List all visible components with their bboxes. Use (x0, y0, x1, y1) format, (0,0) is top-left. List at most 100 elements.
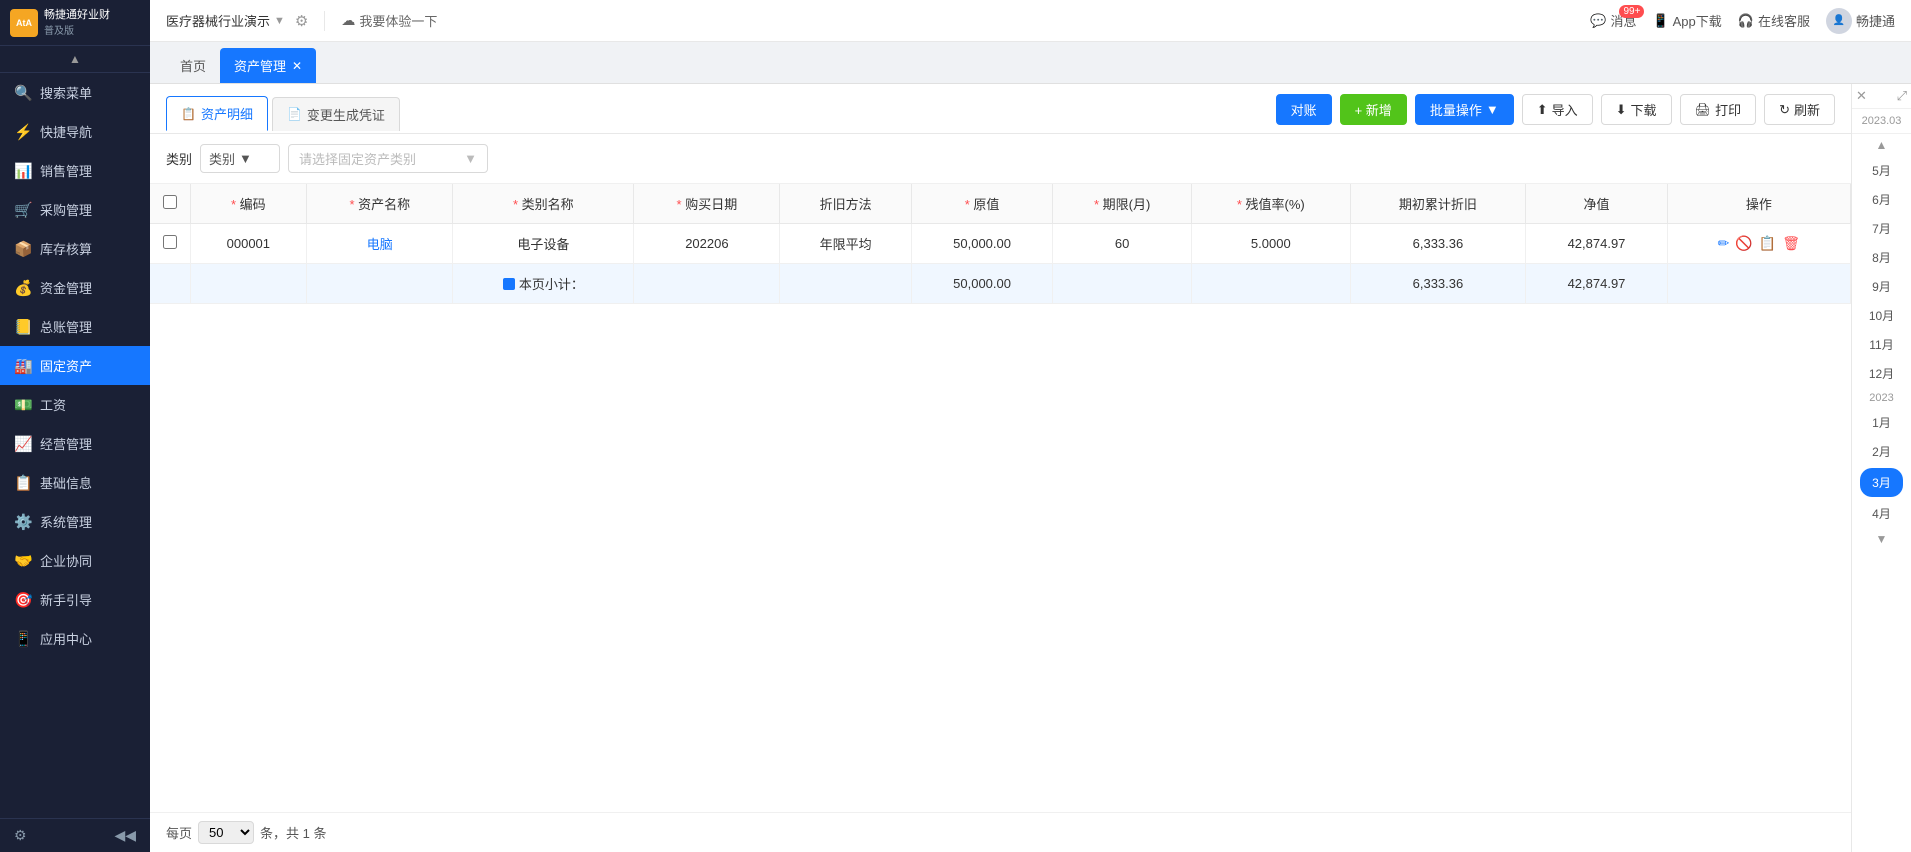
disable-icon-0[interactable]: 🚫 (1735, 235, 1752, 252)
subtab-change-voucher[interactable]: 📄 变更生成凭证 (272, 97, 400, 131)
col-name: 资产名称 (307, 184, 453, 224)
per-page-select[interactable]: 50 10 20 100 (198, 821, 254, 844)
print-button[interactable]: 🖨 打印 (1680, 94, 1757, 125)
category-value-select[interactable]: 请选择固定资产类别 ▼ (288, 144, 488, 173)
message-icon: 💬 (1590, 13, 1606, 29)
col-operations: 操作 (1667, 184, 1850, 224)
edit-icon-0[interactable]: ✏ (1718, 235, 1730, 252)
sidebar-item-finance[interactable]: 💰 资金管理 (0, 268, 150, 307)
sidebar-label-guide: 新手引导 (40, 590, 92, 609)
app-logo-text: 畅捷通好业财 普及版 (44, 8, 110, 37)
service-icon: 🎧 (1738, 13, 1754, 29)
sidebar-label-search: 搜索菜单 (40, 83, 92, 102)
sidebar: AtA 畅捷通好业财 普及版 ▲ 🔍 搜索菜单 ⚡ 快捷导航 📊 销售管理 🛒 … (0, 0, 150, 852)
month-scroll-up[interactable]: ▲ (1872, 134, 1892, 156)
sidebar-item-purchase[interactable]: 🛒 采购管理 (0, 190, 150, 229)
download-button[interactable]: ⬇ 下载 (1601, 94, 1672, 125)
settings-icon[interactable]: ⚙ (14, 827, 27, 844)
gear-icon[interactable]: ⚙ (295, 12, 308, 30)
month-item-7月[interactable]: 7月 (1852, 214, 1911, 243)
tab-asset-manage[interactable]: 资产管理 ✕ (220, 48, 316, 83)
import-button[interactable]: ⬆ 导入 (1522, 94, 1593, 125)
delete-icon-0[interactable]: 🗑 (1782, 235, 1800, 252)
sidebar-bottom: ⚙ ◀◀ (0, 818, 150, 852)
right-panel-expand-icon[interactable]: ⤢ (1897, 88, 1907, 104)
online-service-button[interactable]: 🎧 在线客服 (1738, 11, 1810, 30)
collapse-icon[interactable]: ◀◀ (114, 827, 136, 844)
table-header-row: 编码 资产名称 类别名称 购买日期 折旧方法 原值 期限(月) 残值率(%) 期… (150, 184, 1851, 224)
sidebar-icon-fixed-assets: 🏭 (14, 357, 32, 375)
refresh-button[interactable]: ↻ 刷新 (1764, 94, 1835, 125)
col-net-value: 净值 (1526, 184, 1667, 224)
sidebar-item-inventory[interactable]: 📦 库存核算 (0, 229, 150, 268)
subtab-asset-detail[interactable]: 📋 资产明细 (166, 96, 268, 131)
month-item-8月[interactable]: 8月 (1852, 243, 1911, 272)
right-panel-close-icon[interactable]: ✕ (1856, 88, 1867, 104)
cell-original-0: 50,000.00 (911, 224, 1052, 264)
tab-close-icon[interactable]: ✕ (292, 59, 302, 73)
sidebar-item-fixed-assets[interactable]: 🏭 固定资产 (0, 346, 150, 385)
month-item-1月[interactable]: 1月 (1852, 408, 1911, 437)
row-checkbox-0[interactable] (163, 235, 177, 249)
tab-home[interactable]: 首页 (166, 48, 220, 83)
sidebar-label-app-center: 应用中心 (40, 629, 92, 648)
cloud-icon: ☁ (341, 12, 355, 29)
sidebar-item-cooperation[interactable]: 🤝 企业协同 (0, 541, 150, 580)
batch-ops-button[interactable]: 批量操作 ▼ (1415, 94, 1514, 125)
experience-button[interactable]: ☁ 我要体验一下 (341, 11, 437, 30)
company-dropdown-icon: ▼ (274, 15, 285, 27)
subtotal-net: 42,874.97 (1526, 264, 1667, 304)
sidebar-nav: 🔍 搜索菜单 ⚡ 快捷导航 📊 销售管理 🛒 采购管理 📦 库存核算 💰 资金管… (0, 73, 150, 818)
app-logo-icon: AtA (10, 9, 38, 37)
sidebar-item-operations[interactable]: 📈 经营管理 (0, 424, 150, 463)
user-menu[interactable]: 👤 畅捷通 (1826, 8, 1895, 34)
sidebar-icon-sales: 📊 (14, 162, 32, 180)
new-button[interactable]: + 新增 (1340, 94, 1407, 125)
month-item-12月[interactable]: 12月 (1852, 359, 1911, 388)
sidebar-label-inventory: 库存核算 (40, 239, 92, 258)
month-item-6月[interactable]: 6月 (1852, 185, 1911, 214)
reconcile-button[interactable]: 对账 (1276, 94, 1332, 125)
sidebar-icon-quick-nav: ⚡ (14, 123, 32, 141)
sidebar-label-finance: 资金管理 (40, 278, 92, 297)
assets-table: 编码 资产名称 类别名称 购买日期 折旧方法 原值 期限(月) 残值率(%) 期… (150, 184, 1851, 304)
cell-depreciation-0: 年限平均 (780, 224, 911, 264)
toolbar-right: 对账 + 新增 批量操作 ▼ ⬆ 导入 ⬇ 下载 (1276, 94, 1835, 133)
category-type-select[interactable]: 类别 ▼ (200, 144, 280, 173)
sidebar-item-basic-info[interactable]: 📋 基础信息 (0, 463, 150, 502)
company-selector[interactable]: 医疗器械行业演示 ▼ (166, 11, 285, 30)
sidebar-item-ledger[interactable]: 📒 总账管理 (0, 307, 150, 346)
sidebar-item-system[interactable]: ⚙️ 系统管理 (0, 502, 150, 541)
sidebar-icon-operations: 📈 (14, 435, 32, 453)
sidebar-scroll-up[interactable]: ▲ (65, 48, 85, 70)
batch-ops-dropdown-icon: ▼ (1486, 102, 1499, 117)
col-category: 类别名称 (453, 184, 634, 224)
sidebar-item-payroll[interactable]: 💵 工资 (0, 385, 150, 424)
sidebar-item-app-center[interactable]: 📱 应用中心 (0, 619, 150, 658)
sidebar-item-sales[interactable]: 📊 销售管理 (0, 151, 150, 190)
month-item-2月[interactable]: 2月 (1852, 437, 1911, 466)
subtotal-row: 本页小计： 50,000.00 6,333.36 42,874.97 (150, 264, 1851, 304)
month-scroll-down[interactable]: ▼ (1872, 528, 1892, 550)
month-item-10月[interactable]: 10月 (1852, 301, 1911, 330)
month-item-5月[interactable]: 5月 (1852, 156, 1911, 185)
topbar-right: 💬 消息 99+ 📱 App下载 🎧 在线客服 👤 畅捷通 (1590, 8, 1895, 34)
sidebar-icon-guide: 🎯 (14, 591, 32, 609)
sidebar-item-quick-nav[interactable]: ⚡ 快捷导航 (0, 112, 150, 151)
select-all-checkbox[interactable] (163, 195, 177, 209)
app-download-button[interactable]: 📱 App下载 (1652, 11, 1721, 30)
month-item-3月[interactable]: 3月 (1860, 468, 1903, 497)
sidebar-label-fixed-assets: 固定资产 (40, 356, 92, 375)
sidebar-item-search[interactable]: 🔍 搜索菜单 (0, 73, 150, 112)
cell-purchase-date-0: 202206 (634, 224, 780, 264)
messages-button[interactable]: 💬 消息 99+ (1590, 11, 1636, 30)
main-wrapper: 医疗器械行业演示 ▼ ⚙ ☁ 我要体验一下 💬 消息 99+ 📱 App下载 🎧… (150, 0, 1911, 852)
subtotal-original: 50,000.00 (911, 264, 1052, 304)
col-residual-rate: 残值率(%) (1192, 184, 1351, 224)
month-item-4月[interactable]: 4月 (1852, 499, 1911, 528)
sidebar-item-guide[interactable]: 🎯 新手引导 (0, 580, 150, 619)
month-item-9月[interactable]: 9月 (1852, 272, 1911, 301)
copy-icon-0[interactable]: 📋 (1759, 235, 1776, 252)
month-item-11月[interactable]: 11月 (1852, 330, 1911, 359)
col-period: 期限(月) (1053, 184, 1192, 224)
